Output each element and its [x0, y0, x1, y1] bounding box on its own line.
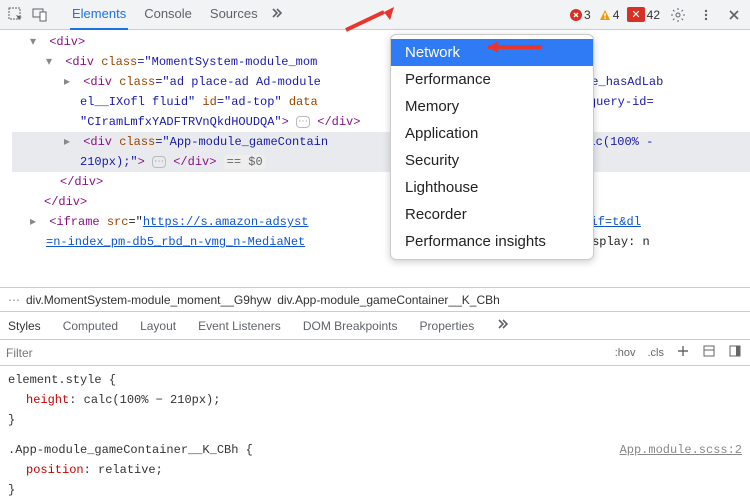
panels-dropdown: Network Performance Memory Application S…	[390, 34, 594, 260]
computed-styles-icon[interactable]	[700, 344, 718, 361]
dom-node[interactable]: </div>	[44, 195, 87, 209]
menu-item-performance[interactable]: Performance	[391, 66, 593, 93]
ellipsis-icon[interactable]: ⋯	[152, 156, 166, 168]
dollar-zero-badge: == $0	[224, 155, 266, 169]
chevron-down-icon[interactable]: ▾	[46, 52, 56, 72]
toggle-sidebar-icon[interactable]	[726, 344, 744, 361]
styles-filter-input[interactable]	[6, 346, 605, 360]
tab-console[interactable]: Console	[142, 0, 194, 30]
ellipsis-icon[interactable]: ⋯	[296, 116, 310, 128]
close-devtools-icon[interactable]	[722, 3, 746, 27]
issues-badge[interactable]: ✕ 42	[625, 6, 662, 23]
chevron-right-icon[interactable]: ▸	[64, 72, 74, 92]
chevron-right-icon[interactable]: ▸	[30, 212, 40, 232]
subtab-computed[interactable]: Computed	[61, 313, 120, 339]
dom-node[interactable]: <div>	[49, 35, 85, 49]
elements-tree[interactable]: ▾ <div> ▾ <div class="MomentSystem-modul…	[0, 30, 750, 288]
subtab-styles[interactable]: Styles	[6, 313, 43, 339]
dom-node[interactable]: </div>	[60, 175, 103, 189]
warnings-count: 4	[613, 8, 620, 22]
menu-item-lighthouse[interactable]: Lighthouse	[391, 174, 593, 201]
tab-elements[interactable]: Elements	[70, 0, 128, 30]
hov-toggle[interactable]: :hov	[613, 347, 638, 359]
menu-item-security[interactable]: Security	[391, 147, 593, 174]
crumb-item[interactable]: div.App-module_gameContainer__K_CBh	[277, 293, 500, 307]
cls-toggle[interactable]: .cls	[646, 347, 667, 359]
chevron-right-icon[interactable]: ▸	[64, 132, 74, 152]
subtab-event-listeners[interactable]: Event Listeners	[196, 313, 283, 339]
menu-item-recorder[interactable]: Recorder	[391, 201, 593, 228]
tab-sources[interactable]: Sources	[208, 0, 260, 30]
menu-item-memory[interactable]: Memory	[391, 93, 593, 120]
warnings-badge[interactable]: 4	[597, 7, 622, 23]
errors-count: 3	[584, 8, 591, 22]
source-link[interactable]: App.module.scss:2	[620, 440, 742, 460]
issues-pill-icon: ✕	[627, 7, 644, 22]
kebab-icon[interactable]	[694, 3, 718, 27]
menu-item-network[interactable]: Network	[391, 39, 593, 66]
breadcrumb[interactable]: ⋯ div.MomentSystem-module_moment__G9hyw …	[0, 288, 750, 312]
style-rule[interactable]: .App-module_gameContainer__K_CBh {	[8, 443, 253, 457]
subtab-layout[interactable]: Layout	[138, 313, 178, 339]
menu-item-performance-insights[interactable]: Performance insights	[391, 228, 593, 255]
selected-dom-node[interactable]: ▸ <div class="App-module_gameContain t: …	[12, 132, 750, 152]
chevron-down-icon[interactable]: ▾	[30, 32, 40, 52]
device-toggle-icon[interactable]	[28, 3, 52, 27]
issues-count: 42	[647, 8, 660, 22]
tabs-overflow-icon[interactable]	[266, 0, 288, 29]
crumb-item[interactable]: div.MomentSystem-module_moment__G9hyw	[26, 293, 271, 307]
inspect-icon[interactable]	[4, 3, 28, 27]
menu-item-application[interactable]: Application	[391, 120, 593, 147]
subtabs-overflow-icon[interactable]	[494, 311, 512, 340]
subtab-dom-breakpoints[interactable]: DOM Breakpoints	[301, 313, 400, 339]
new-style-rule-icon[interactable]	[674, 344, 692, 361]
subtab-properties[interactable]: Properties	[418, 313, 477, 339]
style-rule[interactable]: element.style {	[8, 370, 742, 390]
styles-pane[interactable]: element.style { height: calc(100% − 210p…	[0, 366, 750, 504]
errors-badge[interactable]: 3	[568, 7, 593, 23]
gear-icon[interactable]	[666, 3, 690, 27]
